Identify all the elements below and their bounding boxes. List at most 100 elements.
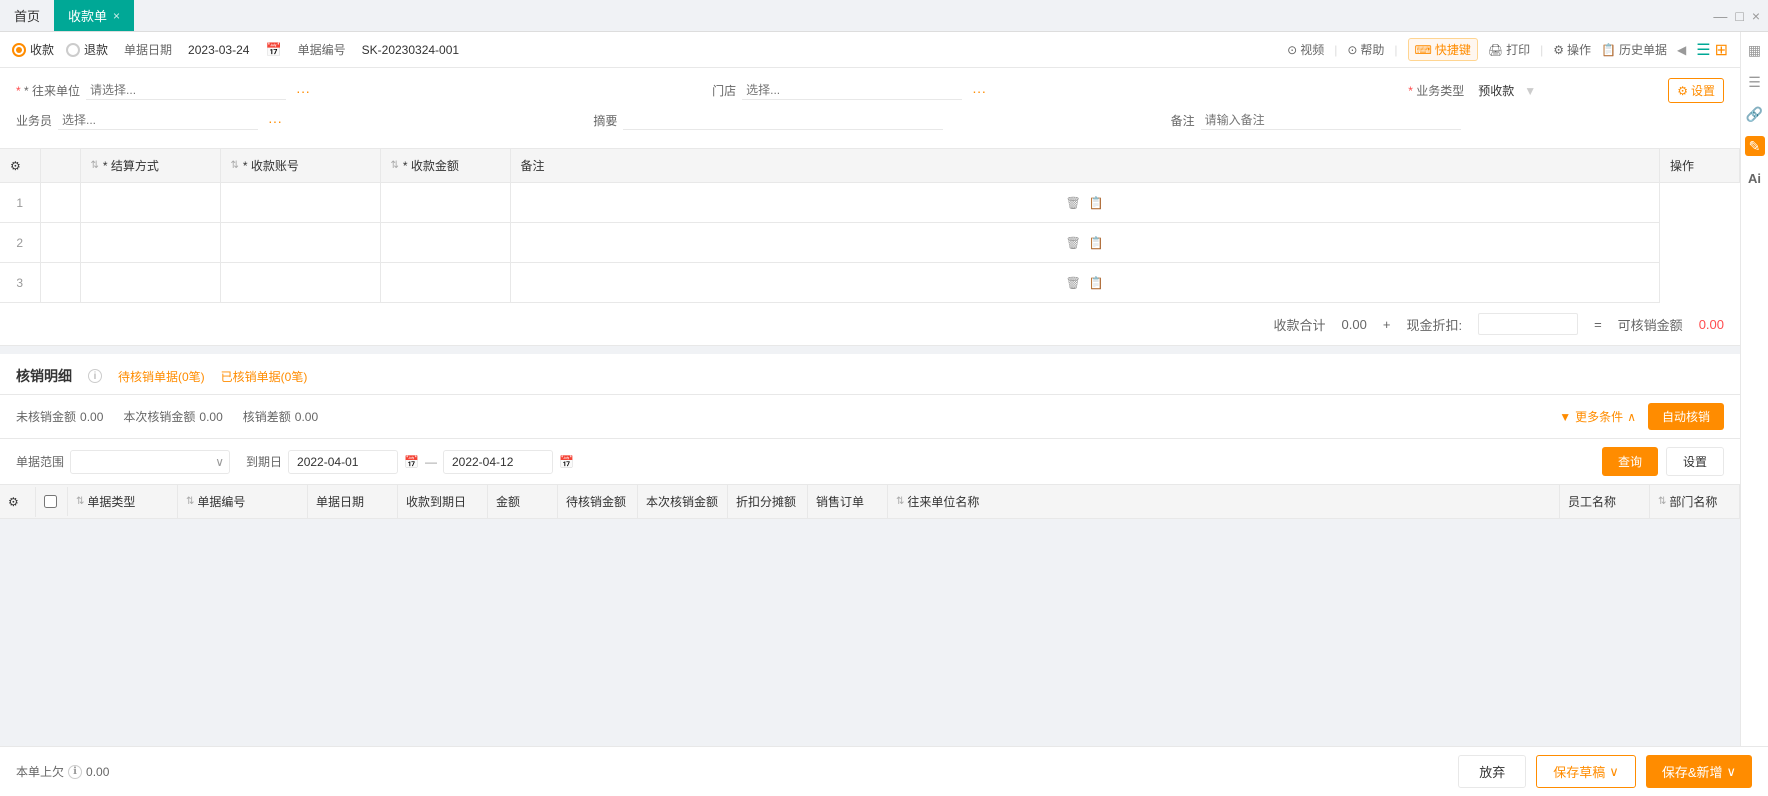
diff-label: 核销差额 xyxy=(243,408,291,425)
row-remark-3[interactable] xyxy=(380,263,510,303)
sidebar-table-icon[interactable]: ▦ xyxy=(1745,40,1765,60)
salesperson-more-btn[interactable]: ··· xyxy=(268,113,282,129)
row-account-1[interactable] xyxy=(80,183,220,223)
tab-close-icon[interactable]: × xyxy=(113,9,120,23)
sort-t2-number: ⇅ xyxy=(186,496,194,507)
calendar-icon[interactable]: 📅 xyxy=(265,42,281,58)
table-row: 2 🗑 📋 xyxy=(0,223,1740,263)
toolbar-right: ⊙ 视频 | ⊙ 帮助 | ⌨ 快捷键 🖨 打印 | xyxy=(1287,38,1728,61)
th-settings[interactable]: ⚙ xyxy=(0,149,40,183)
history-btn[interactable]: 📋 历史单据 xyxy=(1601,41,1667,58)
row-remark-2[interactable] xyxy=(380,223,510,263)
tab-home[interactable]: 首页 xyxy=(0,0,54,31)
date-to-input[interactable] xyxy=(443,450,553,474)
current-write-off-label: 本次核销金额 xyxy=(123,408,195,425)
counterparty-label: * * 往来单位 xyxy=(16,82,80,99)
t2-th-gear[interactable]: ⚙ xyxy=(0,487,36,517)
filter-setup-btn[interactable]: 设置 xyxy=(1666,447,1724,476)
auto-write-off-btn[interactable]: 自动核销 xyxy=(1648,403,1724,430)
row-num-1: 1 xyxy=(0,183,40,223)
close-window-icon[interactable]: × xyxy=(1752,8,1760,24)
operation-label: 操作 xyxy=(1567,41,1591,58)
query-btn[interactable]: 查询 xyxy=(1602,447,1658,476)
number-value: SK-20230324-001 xyxy=(362,43,459,57)
counterparty-input[interactable] xyxy=(86,81,286,100)
date-from-icon[interactable]: 📅 xyxy=(404,455,419,469)
maximize-icon[interactable]: □ xyxy=(1735,8,1743,24)
date-to-icon[interactable]: 📅 xyxy=(559,455,574,469)
radio-refund[interactable]: 退款 xyxy=(66,41,108,58)
bottom-info-icon[interactable]: ℹ xyxy=(68,765,82,779)
delete-row-3-btn[interactable]: 🗑 xyxy=(1066,276,1081,290)
help-btn[interactable]: ⊙ 帮助 xyxy=(1347,41,1384,58)
row-amount-3[interactable] xyxy=(220,263,380,303)
prev-icon[interactable]: ◀ xyxy=(1677,43,1686,57)
range-label: 单据范围 xyxy=(16,453,64,470)
tab-home-label: 首页 xyxy=(14,6,40,25)
operation-icon: ⚙ xyxy=(1553,43,1564,57)
range-select[interactable] xyxy=(70,450,230,474)
select-all-checkbox[interactable] xyxy=(44,495,57,508)
summary-input[interactable] xyxy=(623,111,943,130)
delete-row-2-btn[interactable]: 🗑 xyxy=(1066,236,1081,250)
delete-row-1-btn[interactable]: 🗑 xyxy=(1066,196,1081,210)
tab-receipt[interactable]: 收款单 × xyxy=(54,0,134,31)
copy-row-1-btn[interactable]: 📋 xyxy=(1089,196,1104,210)
row-account-2[interactable] xyxy=(80,223,220,263)
save-draft-btn[interactable]: 保存草稿 ∨ xyxy=(1536,755,1636,788)
salesperson-input[interactable] xyxy=(58,111,258,130)
divider2: | xyxy=(1394,43,1397,57)
row-method-3[interactable] xyxy=(40,263,80,303)
settings-button[interactable]: ⚙ 设置 xyxy=(1668,78,1724,103)
radio-refund-label: 退款 xyxy=(84,41,108,58)
th-account: ⇅ * 收款账号 xyxy=(220,149,380,183)
store-label: 门店 xyxy=(712,82,736,99)
write-off-table-header: ⚙ ⇅ 单据类型 ⇅ 单据编号 单据日期 收款到期日 金额 xyxy=(0,485,1740,519)
counterparty-more-btn[interactable]: ··· xyxy=(296,83,310,99)
sidebar-list-icon[interactable]: ☰ xyxy=(1745,72,1765,92)
write-off-amount-label: 可核销金额 xyxy=(1618,315,1683,334)
th-action: 操作 xyxy=(1660,149,1740,183)
more-conditions-btn[interactable]: ▼ 更多条件 ∧ xyxy=(1559,408,1636,425)
copy-row-2-btn[interactable]: 📋 xyxy=(1089,236,1104,250)
completed-tab[interactable]: 已核销单据(0笔) xyxy=(221,368,308,385)
abandon-btn[interactable]: 放弃 xyxy=(1458,755,1526,788)
row-amount-1[interactable] xyxy=(220,183,380,223)
print-btn[interactable]: 🖨 打印 xyxy=(1488,41,1530,58)
sort-icon: ⇅ xyxy=(91,160,99,171)
operation-btn[interactable]: ⚙ 操作 xyxy=(1553,41,1591,58)
pending-tab[interactable]: 待核销单据(0笔) xyxy=(118,368,205,385)
grid-view-icon[interactable]: ⊞ xyxy=(1715,40,1728,60)
history-label: 历史单据 xyxy=(1619,41,1667,58)
radio-receipt[interactable]: 收款 xyxy=(12,41,54,58)
sidebar-edit-icon[interactable]: ✎ xyxy=(1745,136,1765,156)
copy-row-3-btn[interactable]: 📋 xyxy=(1089,276,1104,290)
shortcut-btn[interactable]: ⌨ 快捷键 xyxy=(1408,38,1478,61)
list-view-icon[interactable]: ☰ xyxy=(1696,40,1710,60)
info-icon[interactable]: i xyxy=(88,369,102,383)
business-type-arrow[interactable]: ▼ xyxy=(1524,84,1536,98)
business-type-value: 预收款 xyxy=(1478,82,1514,99)
t2-th-current: 本次核销金额 xyxy=(638,485,728,518)
discount-input[interactable] xyxy=(1478,313,1578,335)
row-method-2[interactable] xyxy=(40,223,80,263)
date-from-input[interactable] xyxy=(288,450,398,474)
store-input[interactable] xyxy=(742,81,962,100)
remark-input[interactable] xyxy=(1201,111,1461,130)
sidebar-attach-icon[interactable]: 🔗 xyxy=(1745,104,1765,124)
store-more-btn[interactable]: ··· xyxy=(972,83,986,99)
ai-label[interactable]: Ai xyxy=(1745,168,1765,188)
t2-th-check[interactable] xyxy=(36,487,68,516)
minimize-icon[interactable]: — xyxy=(1713,8,1727,24)
row-account-3[interactable] xyxy=(80,263,220,303)
video-btn[interactable]: ⊙ 视频 xyxy=(1287,41,1324,58)
save-new-btn[interactable]: 保存&新增 ∨ xyxy=(1646,755,1752,788)
row-method-1[interactable] xyxy=(40,183,80,223)
t2-th-date: 单据日期 xyxy=(308,485,398,518)
date-value[interactable]: 2023-03-24 xyxy=(188,43,249,57)
unwrite-off-stat: 未核销金额 0.00 xyxy=(16,408,103,425)
remark-label: 备注 xyxy=(1171,112,1195,129)
row-amount-2[interactable] xyxy=(220,223,380,263)
row-remark-1[interactable] xyxy=(380,183,510,223)
current-write-off-value: 0.00 xyxy=(199,410,222,424)
